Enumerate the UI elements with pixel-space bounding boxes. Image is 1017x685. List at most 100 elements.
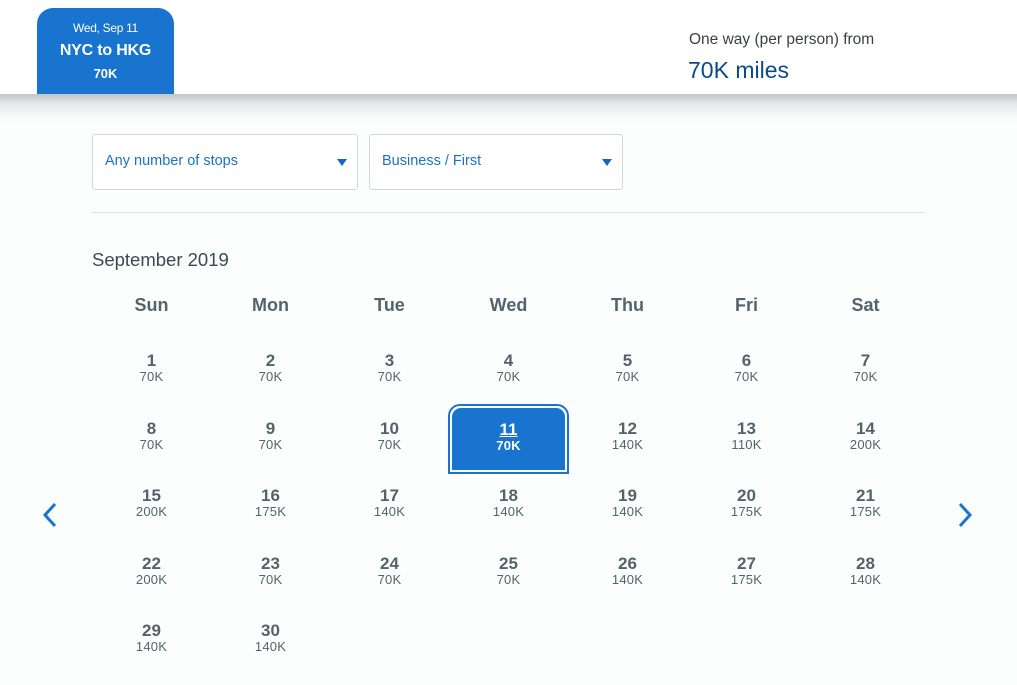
- day-cell[interactable]: 17 140K: [330, 478, 449, 546]
- chevron-left-icon: [42, 502, 57, 528]
- day-price: 140K: [254, 639, 287, 654]
- day-cell[interactable]: 1 70K: [92, 343, 211, 411]
- day-price: 110K: [731, 436, 762, 452]
- day-cell[interactable]: 6 70K: [687, 343, 806, 411]
- day-price: 175K: [254, 504, 287, 519]
- day-price: 175K: [730, 504, 763, 519]
- trip-tab[interactable]: Wed, Sep 11 NYC to HKG 70K: [37, 8, 174, 94]
- day-cell[interactable]: 29 140K: [92, 613, 211, 681]
- day-cell[interactable]: 9 70K: [211, 411, 330, 479]
- day-number: 4: [503, 351, 514, 370]
- day-number: 28: [856, 553, 875, 573]
- day-cell[interactable]: 7 70K: [806, 343, 925, 411]
- day-price: 70K: [377, 571, 402, 587]
- day-price: 200K: [849, 436, 882, 452]
- day-number: 23: [261, 553, 280, 573]
- day-cell-selected[interactable]: 11 70K: [448, 403, 569, 479]
- day-price: 140K: [611, 571, 644, 587]
- day-number: 27: [737, 553, 756, 573]
- day-cell[interactable]: 20 175K: [687, 478, 806, 546]
- day-price: 70K: [734, 369, 759, 384]
- day-cell[interactable]: 8 70K: [92, 411, 211, 479]
- day-cell[interactable]: 27 175K: [687, 546, 806, 614]
- day-cell[interactable]: 13 110K: [687, 411, 806, 479]
- day-cell[interactable]: 21 175K: [806, 478, 925, 546]
- day-cell[interactable]: 25 70K: [449, 546, 568, 614]
- day-cell[interactable]: 22 200K: [92, 546, 211, 614]
- selected-day-highlight: 11 70K: [448, 403, 569, 474]
- empty-day-cell: [568, 613, 687, 681]
- day-cell[interactable]: 16 175K: [211, 478, 330, 546]
- day-price: 70K: [496, 571, 521, 587]
- day-number: 9: [265, 418, 276, 438]
- cabin-select-value: Business / First: [382, 153, 482, 169]
- prev-month-button[interactable]: [36, 500, 66, 530]
- day-price: 70K: [258, 436, 283, 452]
- day-price: 70K: [377, 436, 402, 452]
- calendar-week: 22 200K 23 70K 24 70K 25 70K 26 140K 27 175K 28 140K: [92, 546, 925, 614]
- day-number: 18: [499, 486, 518, 505]
- header-shadow: [0, 94, 1017, 124]
- weekday-label: Mon: [252, 295, 289, 315]
- day-number: 2: [265, 351, 276, 370]
- day-number: 29: [142, 621, 161, 640]
- empty-day-cell: [687, 613, 806, 681]
- day-cell[interactable]: 5 70K: [568, 343, 687, 411]
- cabin-select[interactable]: Business / First: [369, 134, 623, 190]
- day-cell[interactable]: 23 70K: [211, 546, 330, 614]
- day-cell[interactable]: 14 200K: [806, 411, 925, 479]
- day-number: 21: [856, 486, 875, 505]
- trip-route: NYC to HKG: [59, 42, 152, 59]
- day-number: 20: [737, 486, 756, 505]
- day-price: 70K: [496, 369, 521, 384]
- day-number: 17: [380, 486, 399, 505]
- day-number: 25: [499, 553, 518, 573]
- day-cell[interactable]: 24 70K: [330, 546, 449, 614]
- day-price: 175K: [730, 571, 763, 587]
- next-month-button[interactable]: [951, 500, 981, 530]
- empty-day-cell: [330, 613, 449, 681]
- day-cell[interactable]: 19 140K: [568, 478, 687, 546]
- calendar-week: 1 70K 2 70K 3 70K 4 70K 5 70K 6 70K 7 70K: [92, 343, 925, 411]
- trip-price: 70K: [93, 66, 118, 81]
- caret-down-icon: [337, 159, 347, 166]
- day-cell[interactable]: 15 200K: [92, 478, 211, 546]
- calendar-weeks: 1 70K 2 70K 3 70K 4 70K 5 70K 6 70K 7 70K 8 70K 9 70K 10 70…: [92, 343, 925, 681]
- day-number: 22: [142, 553, 161, 573]
- day-number: 15: [142, 486, 161, 505]
- weekday-label: Wed: [489, 295, 528, 315]
- day-price: 200K: [135, 571, 168, 587]
- day-cell[interactable]: 10 70K: [330, 411, 449, 479]
- day-cell[interactable]: 4 70K: [449, 343, 568, 411]
- day-price: 140K: [373, 504, 406, 519]
- day-number: 6: [741, 351, 752, 370]
- day-cell[interactable]: 28 140K: [806, 546, 925, 614]
- divider: [92, 212, 925, 213]
- day-number: 26: [618, 553, 637, 573]
- day-cell[interactable]: 30 140K: [211, 613, 330, 681]
- day-cell[interactable]: 26 140K: [568, 546, 687, 614]
- day-number: 30: [261, 621, 280, 640]
- day-number: 14: [856, 418, 875, 438]
- day-number: 7: [860, 351, 871, 370]
- day-number: 1: [146, 351, 157, 370]
- day-number: 10: [380, 418, 399, 438]
- day-cell[interactable]: 3 70K: [330, 343, 449, 411]
- calendar-week: 15 200K 16 175K 17 140K 18 140K 19 140K 20 175K 21 17…: [92, 478, 925, 546]
- month-title: September 2019: [92, 249, 229, 270]
- weekday-label: Sat: [851, 295, 880, 315]
- stops-select[interactable]: Any number of stops: [92, 134, 358, 190]
- day-price: 70K: [258, 369, 283, 384]
- day-price: 140K: [849, 571, 882, 587]
- day-cell[interactable]: 18 140K: [449, 478, 568, 546]
- calendar-week: 8 70K 9 70K 10 70K 11 70K 12 140K 13 110K 14 200K: [92, 403, 925, 479]
- day-price: 175K: [849, 504, 882, 519]
- day-cell[interactable]: 2 70K: [211, 343, 330, 411]
- empty-day-cell: [449, 613, 568, 681]
- day-cell[interactable]: 12 140K: [568, 411, 687, 479]
- day-number: 19: [618, 486, 637, 505]
- day-price: 70K: [139, 369, 164, 384]
- day-price: 70K: [139, 436, 164, 452]
- stops-select-value: Any number of stops: [105, 153, 238, 169]
- trip-date: Wed, Sep 11: [73, 21, 138, 35]
